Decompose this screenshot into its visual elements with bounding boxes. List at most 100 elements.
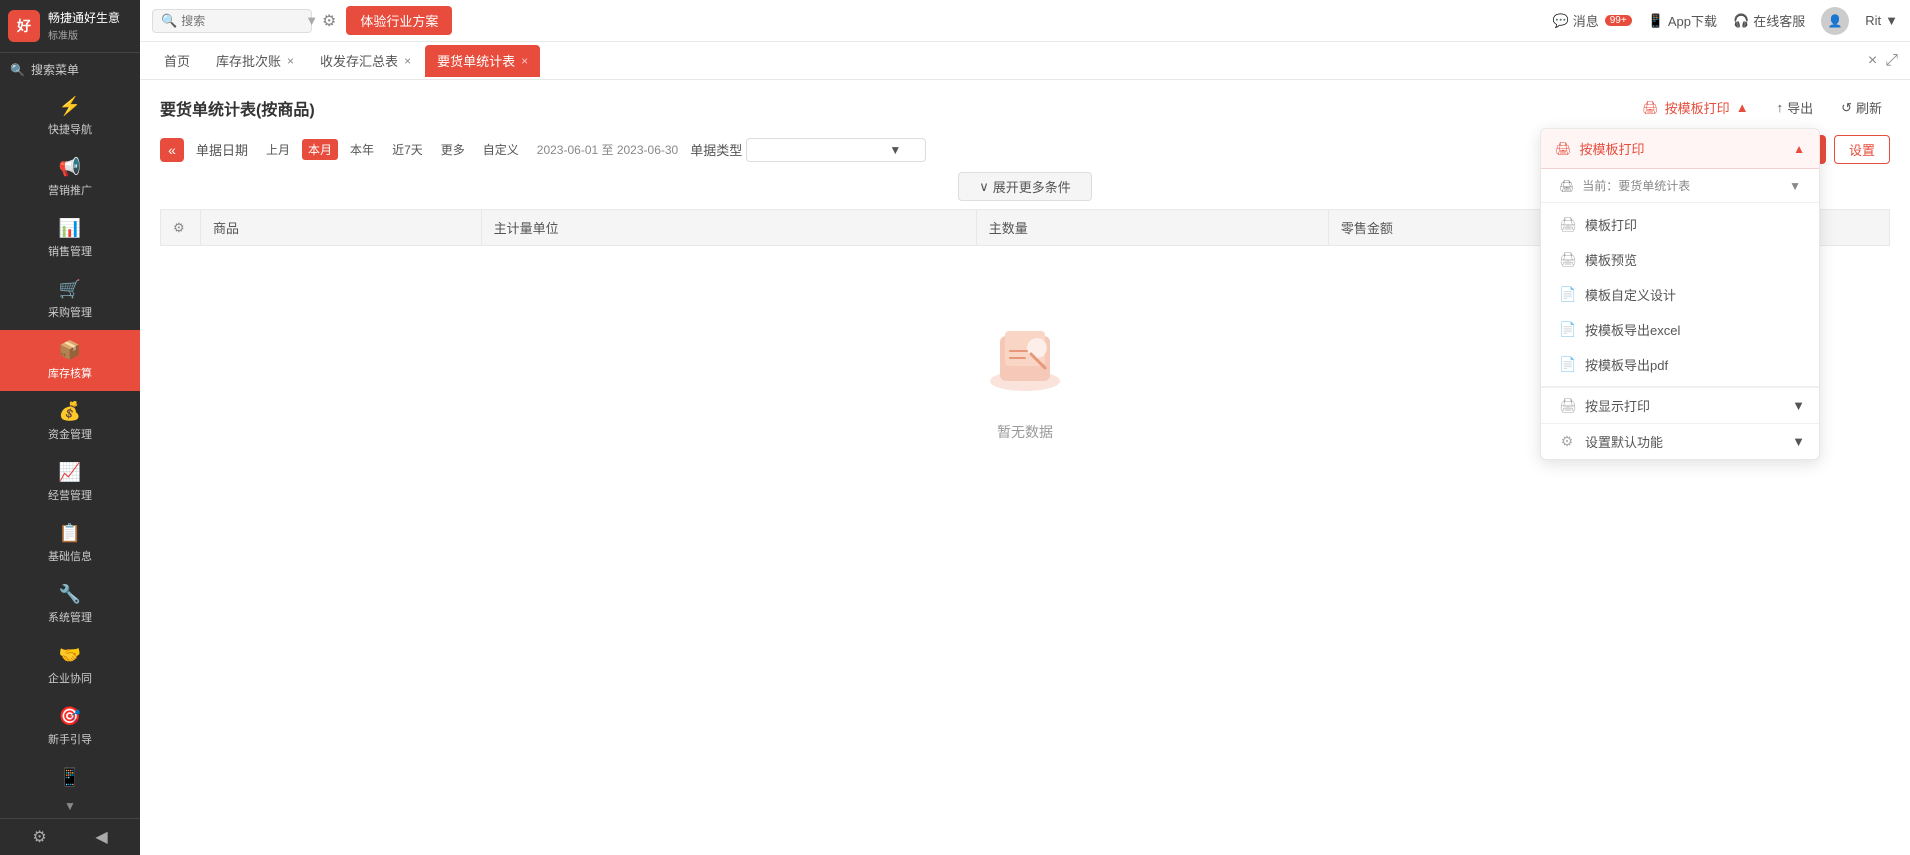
sidebar-item-marketing[interactable]: 📢 营销推广 [0, 147, 140, 208]
marketing-label: 营销推广 [48, 182, 92, 198]
user-name[interactable]: Rit ▼ [1865, 13, 1898, 28]
filter-date-last-month[interactable]: 上月 [260, 139, 296, 160]
refresh-btn[interactable]: ↺ 刷新 [1833, 94, 1890, 121]
message-btn[interactable]: 💬 消息 99+ [1553, 11, 1632, 30]
topbar-search-box[interactable]: 🔍 ▼ [152, 9, 312, 33]
tab-window-close-icon[interactable]: × [1868, 52, 1877, 70]
filter-date-7days[interactable]: 近7天 [386, 139, 429, 160]
tab-order-stats-close[interactable]: × [521, 54, 528, 68]
dropdown-header-left: 🖨 按模板打印 [1555, 139, 1645, 158]
export-btn[interactable]: ↑ 导出 [1769, 94, 1822, 121]
filter-date-label: 单据日期 [196, 140, 248, 159]
sidebar-item-operations[interactable]: 📈 经营管理 [0, 452, 140, 513]
sidebar-item-inventory[interactable]: 📦 库存核算 [0, 330, 140, 391]
settings-btn[interactable]: 设置 [1834, 135, 1890, 164]
sales-label: 销售管理 [48, 243, 92, 259]
finance-icon: 💰 [59, 401, 81, 422]
message-badge: 99+ [1605, 15, 1632, 26]
sidebar-item-sales[interactable]: 📊 销售管理 [0, 208, 140, 269]
dropdown-item-template-custom[interactable]: 📄 模板自定义设计 [1541, 277, 1819, 312]
filter-order-type-select[interactable]: ▼ [746, 138, 926, 162]
sidebar-search[interactable]: 🔍 搜索菜单 [0, 53, 140, 86]
settings-icon[interactable]: ⚙ [32, 827, 46, 847]
sidebar-item-quick-nav[interactable]: ⚡ 快捷导航 [0, 86, 140, 147]
dropdown-item-export-pdf[interactable]: 📄 按模板导出pdf [1541, 347, 1819, 382]
sidebar-item-purchase[interactable]: 🛒 采购管理 [0, 269, 140, 330]
page-title: 要货单统计表(按商品) [160, 96, 315, 120]
app-download-btn[interactable]: 📱 App下载 [1648, 11, 1717, 30]
filter-date-custom[interactable]: 自定义 [477, 139, 525, 160]
tab-order-stats[interactable]: 要货单统计表 × [425, 45, 540, 77]
tab-inventory-batch-close[interactable]: × [287, 54, 294, 68]
display-print-label: 按显示打印 [1585, 396, 1650, 415]
online-service-icon: 🎧 [1733, 13, 1749, 29]
export-pdf-icon: 📄 [1559, 356, 1575, 373]
enterprise-label: 企业协同 [48, 670, 92, 686]
sidebar-item-app-center[interactable]: 📱 应用中心 [0, 757, 140, 794]
dropdown-group-set-default[interactable]: ⚙ 设置默认功能 ▼ [1541, 423, 1819, 459]
display-print-chevron: ▼ [1792, 398, 1805, 413]
refresh-label: 刷新 [1856, 98, 1882, 117]
template-print-label: 模板打印 [1585, 215, 1637, 234]
sidebar-item-system[interactable]: 🔧 系统管理 [0, 574, 140, 635]
inventory-label: 库存核算 [48, 365, 92, 381]
topbar-gear-icon[interactable]: ⚙ [322, 11, 336, 31]
dropdown-group-display-print[interactable]: 🖨 按显示打印 ▼ [1541, 387, 1819, 423]
topbar-right: 💬 消息 99+ 📱 App下载 🎧 在线客服 👤 Rit ▼ [1553, 7, 1898, 35]
sidebar-nav: ⚡ 快捷导航 📢 营销推广 📊 销售管理 🛒 采购管理 📦 库存核算 💰 资金管… [0, 86, 140, 794]
print-template-btn[interactable]: 🖨 按模板打印 ▲ [1634, 94, 1756, 121]
tab-receipt-summary-close[interactable]: × [404, 54, 411, 68]
sidebar-item-guide[interactable]: 🎯 新手引导 [0, 696, 140, 757]
sidebar-collapse-icon[interactable]: ◀ [95, 827, 107, 847]
export-excel-icon: 📄 [1559, 321, 1575, 338]
refresh-icon: ↺ [1841, 100, 1852, 116]
tab-order-stats-label: 要货单统计表 [437, 51, 515, 70]
template-print-icon: 🖨 [1559, 216, 1575, 233]
sidebar-item-basic-info[interactable]: 📋 基础信息 [0, 513, 140, 574]
dropdown-submenu: 🖨 模板打印 🖨 模板预览 📄 模板自定义设计 📄 按模板导出excel 📄 [1541, 203, 1819, 387]
marketing-icon: 📢 [59, 157, 81, 178]
user-dropdown-icon: ▼ [1885, 13, 1898, 28]
tab-maximize-icon[interactable]: ⤢ [1885, 52, 1898, 70]
tab-inventory-batch[interactable]: 库存批次账 × [204, 45, 306, 77]
dropdown-header-icon: 🖨 [1555, 141, 1572, 157]
filter-date-this-month[interactable]: 本月 [302, 139, 338, 160]
dropdown-item-template-print[interactable]: 🖨 模板打印 [1541, 207, 1819, 242]
topbar-search-input[interactable] [181, 14, 301, 28]
operations-icon: 📈 [59, 462, 81, 483]
tab-home[interactable]: 首页 [152, 45, 202, 77]
operations-label: 经营管理 [48, 487, 92, 503]
filter-toggle-btn[interactable]: « [160, 138, 184, 162]
dropdown-item-template-preview[interactable]: 🖨 模板预览 [1541, 242, 1819, 277]
filter-date-this-year[interactable]: 本年 [344, 139, 380, 160]
expand-more-btn[interactable]: ∨ 展开更多条件 [958, 172, 1092, 201]
avatar-icon: 👤 [1828, 14, 1843, 28]
display-print-icon: 🖨 [1559, 397, 1575, 414]
sidebar-scroll-down[interactable]: ▼ [0, 794, 140, 818]
dropdown-item-export-excel[interactable]: 📄 按模板导出excel [1541, 312, 1819, 347]
expand-label: 展开更多条件 [993, 177, 1071, 196]
print-template-label: 按模板打印 [1665, 98, 1730, 117]
industry-btn[interactable]: 体验行业方案 [346, 6, 452, 35]
topbar-search-dropdown-icon[interactable]: ▼ [305, 13, 318, 28]
table-column-settings-icon[interactable]: ⚙ [173, 220, 185, 235]
print-template-chevron-up: ▲ [1736, 100, 1749, 115]
filter-order-type: 单据类型 ▼ [690, 138, 926, 162]
message-label: 消息 [1573, 11, 1599, 30]
app-download-label: App下载 [1668, 11, 1717, 30]
avatar[interactable]: 👤 [1821, 7, 1849, 35]
filter-date-more[interactable]: 更多 [435, 139, 471, 160]
filter-order-type-dropdown-icon: ▼ [889, 143, 901, 157]
col-unit: 主计量单位 [481, 210, 976, 246]
sidebar-item-finance[interactable]: 💰 资金管理 [0, 391, 140, 452]
tab-receipt-summary[interactable]: 收发存汇总表 × [308, 45, 423, 77]
sidebar-item-enterprise[interactable]: 🤝 企业协同 [0, 635, 140, 696]
tab-inventory-batch-label: 库存批次账 [216, 51, 281, 70]
template-custom-label: 模板自定义设计 [1585, 285, 1676, 304]
system-label: 系统管理 [48, 609, 92, 625]
dropdown-header[interactable]: 🖨 按模板打印 ▲ [1541, 129, 1819, 169]
current-template[interactable]: 🖨 当前：要货单统计表 ▼ [1541, 169, 1819, 203]
online-service-btn[interactable]: 🎧 在线客服 [1733, 11, 1805, 30]
online-service-label: 在线客服 [1753, 11, 1805, 30]
quick-nav-label: 快捷导航 [48, 121, 92, 137]
